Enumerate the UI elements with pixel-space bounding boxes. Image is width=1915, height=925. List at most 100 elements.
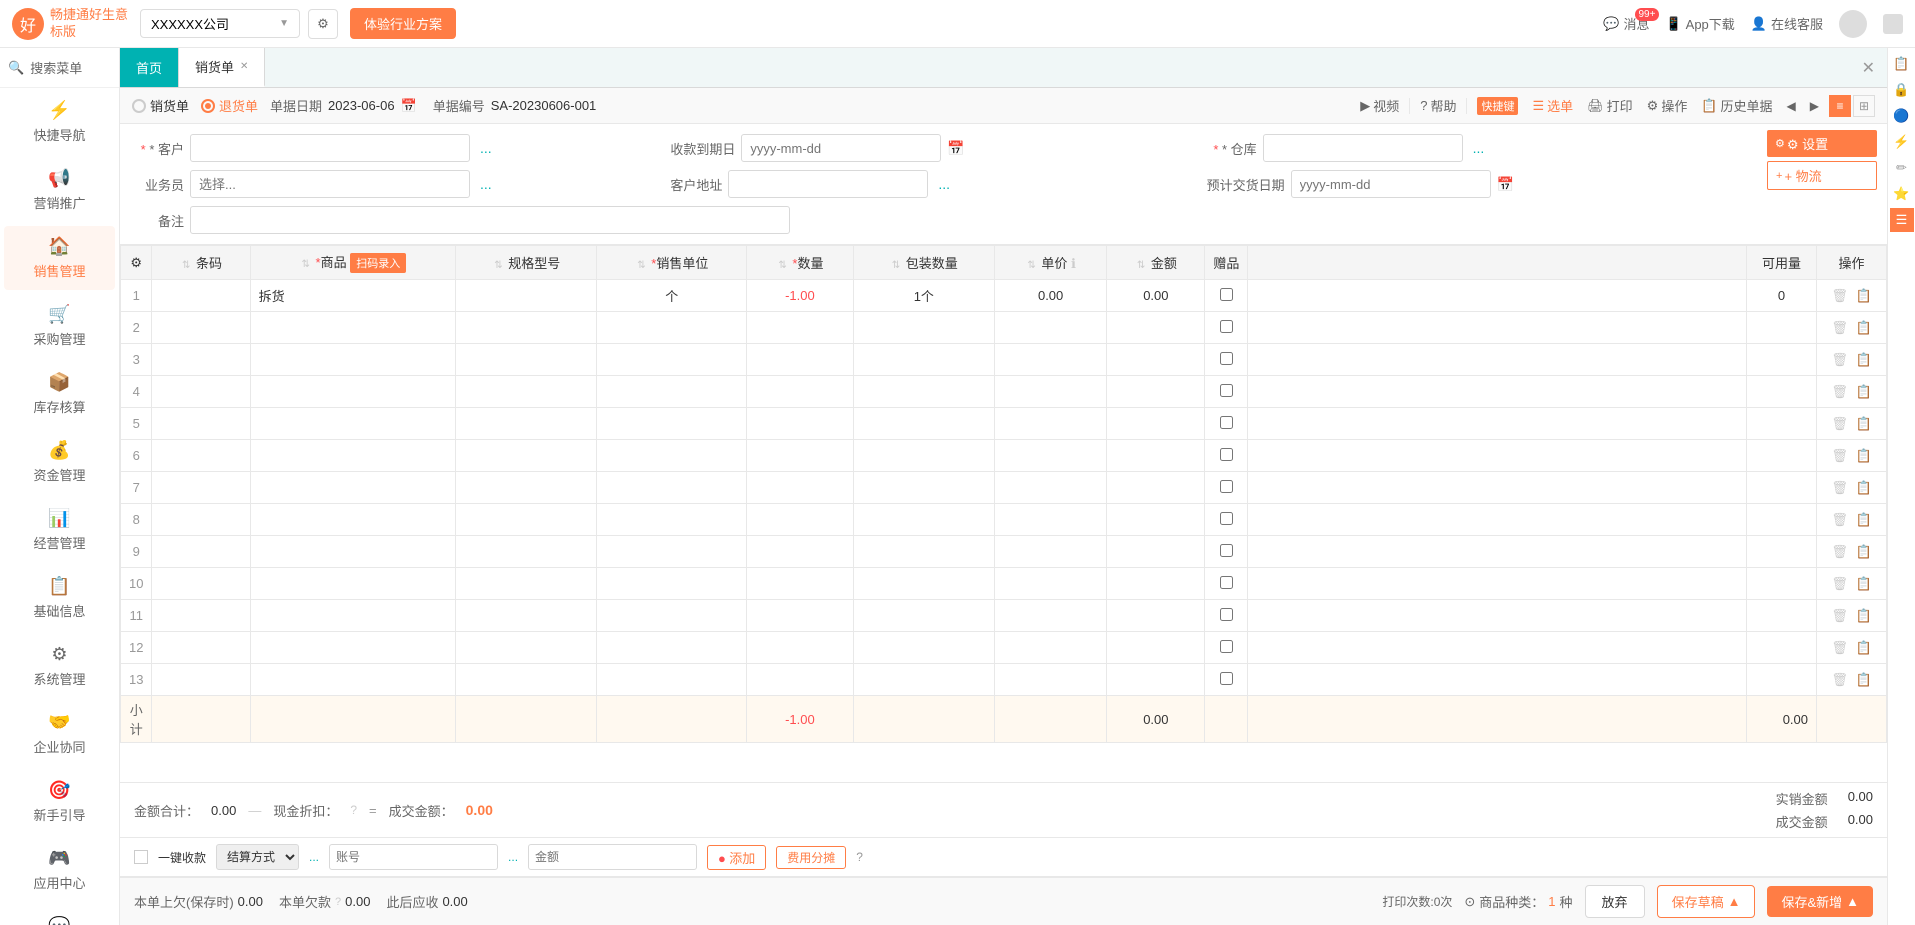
row-amount-11[interactable] xyxy=(1107,600,1205,632)
payment-method-select[interactable]: 结算方式 xyxy=(216,844,299,870)
gift-checkbox-10[interactable] xyxy=(1220,576,1233,589)
delete-icon-2[interactable]: 🗑 xyxy=(1831,320,1848,335)
gift-checkbox-13[interactable] xyxy=(1220,672,1233,685)
row-gift-11[interactable] xyxy=(1205,600,1248,632)
row-qty-6[interactable] xyxy=(747,440,854,472)
row-qty-5[interactable] xyxy=(747,408,854,440)
salesperson-ellipsis[interactable]: ... xyxy=(476,176,496,192)
row-pack-qty-3[interactable] xyxy=(853,344,994,376)
rs-notes-icon[interactable]: 📋 xyxy=(1890,52,1914,76)
row-gift-3[interactable] xyxy=(1205,344,1248,376)
delete-icon-7[interactable]: 🗑 xyxy=(1831,480,1848,495)
rs-edit-icon[interactable]: ✏ xyxy=(1890,156,1914,180)
sidebar-item-finance[interactable]: 💰 资金管理 xyxy=(4,430,115,494)
sidebar-item-operations[interactable]: 📊 经营管理 xyxy=(4,498,115,562)
row-amount-2[interactable] xyxy=(1107,312,1205,344)
row-gift-10[interactable] xyxy=(1205,568,1248,600)
copy-icon-11[interactable]: 📋 xyxy=(1855,608,1871,623)
delete-icon-9[interactable]: 🗑 xyxy=(1831,544,1848,559)
row-spec-11[interactable] xyxy=(456,600,597,632)
row-qty-8[interactable] xyxy=(747,504,854,536)
sort-icon-price[interactable]: ⇅ xyxy=(1027,260,1035,271)
delete-icon-5[interactable]: 🗑 xyxy=(1831,416,1848,431)
row-price-10[interactable] xyxy=(994,568,1106,600)
row-unit-12[interactable] xyxy=(597,632,747,664)
row-amount-4[interactable] xyxy=(1107,376,1205,408)
row-price-3[interactable] xyxy=(994,344,1106,376)
row-unit-10[interactable] xyxy=(597,568,747,600)
avatar-extra[interactable] xyxy=(1883,14,1903,34)
row-product-4[interactable] xyxy=(250,376,456,408)
doc-num-value[interactable]: SA-20230606-001 xyxy=(491,98,597,113)
row-unit-9[interactable] xyxy=(597,536,747,568)
expense-btn[interactable]: 费用分摊 xyxy=(776,846,846,869)
sidebar-item-app-center[interactable]: 🎮 应用中心 xyxy=(4,838,115,902)
tab-close-all[interactable]: ✕ xyxy=(1850,58,1887,78)
sort-icon-amount[interactable]: ⇅ xyxy=(1137,260,1145,271)
row-barcode-2[interactable] xyxy=(152,312,250,344)
row-spec-6[interactable] xyxy=(456,440,597,472)
row-barcode-11[interactable] xyxy=(152,600,250,632)
row-spec-9[interactable] xyxy=(456,536,597,568)
row-price-7[interactable] xyxy=(994,472,1106,504)
row-pack-qty-2[interactable] xyxy=(853,312,994,344)
payment-help-icon[interactable]: ? xyxy=(856,850,863,864)
payment-method-ellipsis[interactable]: ... xyxy=(309,850,319,864)
gift-checkbox-1[interactable] xyxy=(1220,288,1233,301)
payment-account-input[interactable] xyxy=(329,844,498,870)
row-pack-qty-6[interactable] xyxy=(853,440,994,472)
row-amount-13[interactable] xyxy=(1107,664,1205,696)
copy-icon-2[interactable]: 📋 xyxy=(1855,320,1871,335)
row-unit-5[interactable] xyxy=(597,408,747,440)
sort-icon-pack[interactable]: ⇅ xyxy=(892,260,900,271)
copy-icon-4[interactable]: 📋 xyxy=(1855,384,1871,399)
row-qty-13[interactable] xyxy=(747,664,854,696)
row-price-2[interactable] xyxy=(994,312,1106,344)
tab-close-icon[interactable]: ✕ xyxy=(240,61,248,72)
copy-icon-7[interactable]: 📋 xyxy=(1855,480,1871,495)
tab-home[interactable]: 首页 xyxy=(120,48,179,87)
doc-date-value[interactable]: 2023-06-06 xyxy=(328,98,395,113)
warehouse-input[interactable]: 建材仓 xyxy=(1263,134,1463,162)
add-payment-btn[interactable]: ● 添加 xyxy=(707,845,766,870)
row-barcode-13[interactable] xyxy=(152,664,250,696)
scan-btn[interactable]: 扫码录入 xyxy=(350,253,406,273)
copy-icon-12[interactable]: 📋 xyxy=(1855,640,1871,655)
gift-checkbox-6[interactable] xyxy=(1220,448,1233,461)
copy-icon-3[interactable]: 📋 xyxy=(1855,352,1871,367)
expected-date-calendar-icon[interactable]: 📅 xyxy=(1497,176,1514,193)
payment-account-ellipsis[interactable]: ... xyxy=(508,850,518,864)
help-icon-summary[interactable]: ? xyxy=(350,803,357,817)
delete-icon-8[interactable]: 🗑 xyxy=(1831,512,1848,527)
shortcut-btn[interactable]: 快捷键 xyxy=(1473,95,1522,117)
sidebar-item-guide[interactable]: 🎯 新手引导 xyxy=(4,770,115,834)
row-product-1[interactable]: 拆货 xyxy=(250,280,456,312)
copy-icon-8[interactable]: 📋 xyxy=(1855,512,1871,527)
row-amount-7[interactable] xyxy=(1107,472,1205,504)
row-pack-qty-8[interactable] xyxy=(853,504,994,536)
radio-sale[interactable]: 销货单 xyxy=(132,96,189,115)
delete-icon-12[interactable]: 🗑 xyxy=(1831,640,1848,655)
copy-icon-6[interactable]: 📋 xyxy=(1855,448,1871,463)
view-list-btn[interactable]: ≡ xyxy=(1829,95,1851,117)
row-price-11[interactable] xyxy=(994,600,1106,632)
message-btn[interactable]: 💬 消息 99+ xyxy=(1603,14,1649,33)
row-qty-4[interactable] xyxy=(747,376,854,408)
copy-icon-1[interactable]: 📋 xyxy=(1855,288,1871,303)
sidebar-item-marketing[interactable]: 📢 营销推广 xyxy=(4,158,115,222)
select-btn[interactable]: ☰ 选单 xyxy=(1528,94,1577,117)
gift-checkbox-11[interactable] xyxy=(1220,608,1233,621)
sort-icon-barcode[interactable]: ⇅ xyxy=(182,260,190,271)
price-info-icon[interactable]: ℹ xyxy=(1071,256,1076,271)
warehouse-ellipsis[interactable]: ... xyxy=(1469,140,1489,156)
row-unit-7[interactable] xyxy=(597,472,747,504)
ops-btn[interactable]: ⚙ 操作 xyxy=(1643,94,1692,117)
sidebar-search[interactable]: 🔍 搜索菜单 xyxy=(0,48,119,88)
rs-lightning-icon[interactable]: ⚡ xyxy=(1890,130,1914,154)
row-barcode-9[interactable] xyxy=(152,536,250,568)
online-service-btn[interactable]: 👤 在线客服 xyxy=(1751,14,1823,33)
row-amount-9[interactable] xyxy=(1107,536,1205,568)
gift-checkbox-2[interactable] xyxy=(1220,320,1233,333)
row-gift-9[interactable] xyxy=(1205,536,1248,568)
row-qty-3[interactable] xyxy=(747,344,854,376)
